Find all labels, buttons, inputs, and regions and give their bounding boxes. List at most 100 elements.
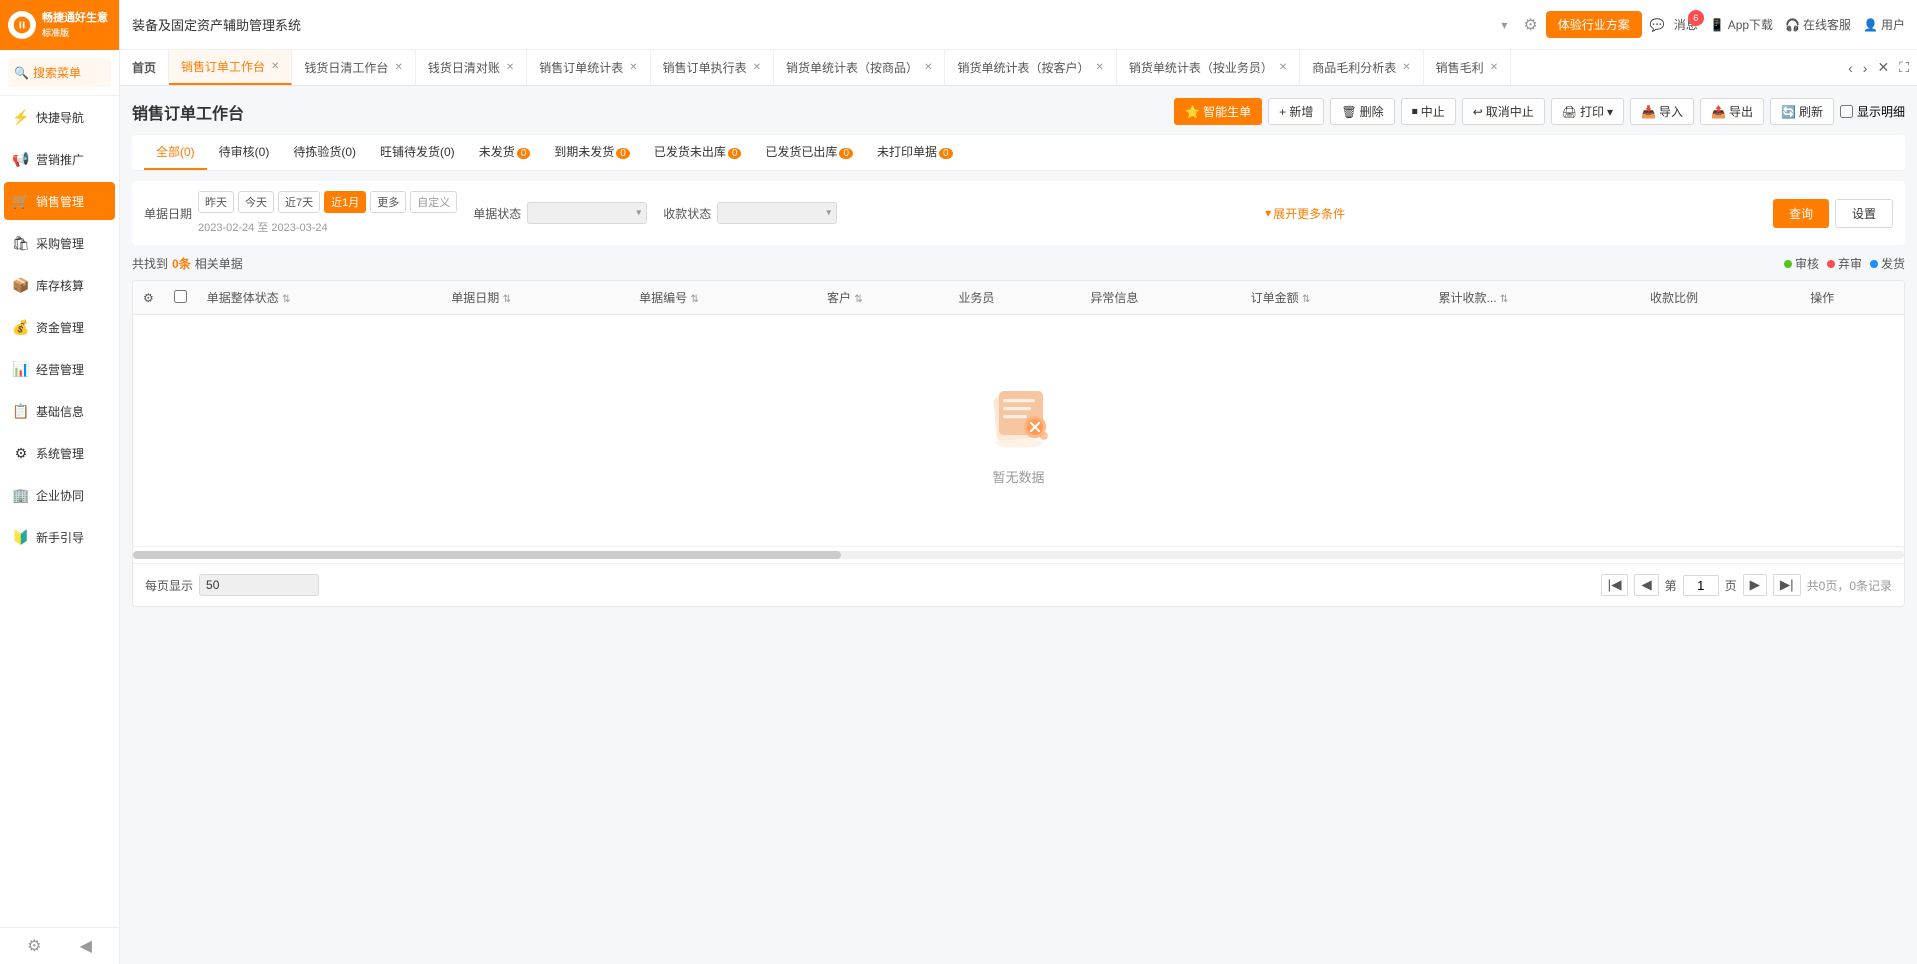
app-download-item[interactable]: 📱 App下载	[1710, 16, 1773, 33]
sidebar-item-system[interactable]: ⚙ 系统管理	[4, 434, 115, 472]
scrollbar-thumb[interactable]	[133, 551, 841, 559]
tab-close-sales[interactable]: ✕	[271, 61, 279, 72]
th-check[interactable]	[164, 281, 197, 315]
tab-home[interactable]: 首页	[120, 50, 169, 85]
experience-button[interactable]: 体验行业方案	[1546, 11, 1642, 38]
prev-page-button[interactable]: ◀	[1634, 574, 1658, 596]
settings-bottom-icon[interactable]: ⚙	[27, 936, 41, 956]
select-all-checkbox[interactable]	[174, 290, 187, 303]
tab-close-stats[interactable]: ✕	[629, 62, 637, 73]
show-detail-label[interactable]: 显示明细	[1840, 103, 1905, 120]
tab-cash-reconcile[interactable]: 钱货日清对账 ✕	[416, 50, 527, 85]
sort-date-icon[interactable]: ⇅	[503, 294, 511, 305]
date-btn-yesterday[interactable]: 昨天	[198, 191, 234, 213]
print-dropdown-icon[interactable]: ▾	[1607, 105, 1613, 119]
tab-next-button[interactable]: ›	[1859, 58, 1872, 78]
page-size-select[interactable]: 50 100 200	[199, 574, 319, 596]
sort-customer-icon[interactable]: ⇅	[854, 294, 862, 305]
date-btn-today[interactable]: 今天	[238, 191, 274, 213]
tab-sales-staff[interactable]: 销货单统计表（按业务员） ✕	[1117, 50, 1300, 85]
tab-close-customer[interactable]: ✕	[1095, 62, 1103, 73]
print-button[interactable]: 🖨 打印 ▾	[1551, 98, 1624, 125]
tab-sales-profit[interactable]: 销售毛利 ✕	[1424, 50, 1511, 85]
tab-close-cash[interactable]: ✕	[394, 62, 402, 73]
first-page-button[interactable]: |◀	[1601, 574, 1629, 596]
date-btn-1month[interactable]: 近1月	[324, 191, 366, 213]
settings-icon[interactable]: ⚙	[1523, 15, 1537, 35]
tab-sales-product[interactable]: 销货单统计表（按商品） ✕	[774, 50, 945, 85]
online-service-item[interactable]: 🎧 在线客服	[1785, 16, 1851, 33]
set-button[interactable]: 设置	[1835, 199, 1893, 228]
payment-select[interactable]	[717, 202, 837, 224]
filter-tab-unshipped[interactable]: 未发货0	[467, 135, 543, 170]
export-button[interactable]: 📤 导出	[1700, 98, 1764, 125]
sidebar-item-quicknav[interactable]: ⚡ 快捷导航	[4, 98, 115, 136]
stop-button[interactable]: ⏹ 中止	[1401, 98, 1456, 125]
show-detail-checkbox[interactable]	[1840, 105, 1853, 118]
collapse-icon[interactable]: ◀	[80, 936, 92, 956]
expand-button[interactable]: ▾ 展开更多条件	[1265, 205, 1345, 222]
tab-close-product[interactable]: ✕	[924, 62, 932, 73]
user-item[interactable]: 👤 用户	[1863, 16, 1905, 33]
tab-close-exec[interactable]: ✕	[753, 62, 761, 73]
status-select[interactable]	[527, 202, 647, 224]
delete-button[interactable]: 🗑 删除	[1330, 98, 1394, 125]
th-settings[interactable]: ⚙	[133, 281, 164, 315]
sort-collection-icon[interactable]: ⇅	[1500, 294, 1508, 305]
tab-sales-exec[interactable]: 销售订单执行表 ✕	[651, 50, 774, 85]
sort-number-icon[interactable]: ⇅	[690, 294, 698, 305]
sidebar-item-operations[interactable]: 📊 经营管理	[4, 350, 115, 388]
next-page-button[interactable]: ▶	[1743, 574, 1767, 596]
import-button[interactable]: 📥 导入	[1630, 98, 1694, 125]
sidebar-item-guide[interactable]: 🔰 新手引导	[4, 518, 115, 556]
filter-tab-overdue-unshipped[interactable]: 到期未发货0	[542, 135, 642, 170]
date-btn-custom[interactable]: 自定义	[410, 191, 457, 213]
date-btn-more[interactable]: 更多	[370, 191, 406, 213]
filter-tab-all[interactable]: 全部(0)	[144, 135, 207, 170]
tab-fullscreen-button[interactable]: ⛶	[1895, 57, 1913, 78]
tab-cash-daily[interactable]: 钱货日清工作台 ✕	[292, 50, 415, 85]
filter-tab-unprinted[interactable]: 未打印单据0	[865, 135, 965, 170]
ship-action-btn[interactable]: 发货	[1870, 255, 1905, 272]
tab-sales-stats[interactable]: 销售订单统计表 ✕	[527, 50, 650, 85]
sort-amount-icon[interactable]: ⇅	[1302, 294, 1310, 305]
filter-tab-pending-check[interactable]: 待拣验货(0)	[281, 135, 368, 170]
filter-tab-shipped-not-out[interactable]: 已发货未出库0	[642, 135, 754, 170]
tab-sales-workbench[interactable]: 销售订单工作台 ✕	[169, 50, 292, 85]
tab-prev-button[interactable]: ‹	[1844, 58, 1857, 78]
tab-margin-analysis[interactable]: 商品毛利分析表 ✕	[1300, 50, 1423, 85]
tab-close-margin[interactable]: ✕	[1402, 62, 1410, 73]
add-button[interactable]: + 新增	[1268, 98, 1324, 125]
query-button[interactable]: 查询	[1773, 199, 1829, 228]
sidebar-search[interactable]: 🔍 搜索菜单	[0, 50, 119, 96]
last-page-button[interactable]: ▶|	[1773, 574, 1801, 596]
horizontal-scrollbar[interactable]	[133, 551, 1904, 559]
sidebar-item-marketing[interactable]: 📢 营销推广	[4, 140, 115, 178]
expand-item: ▾ 展开更多条件	[1265, 205, 1345, 222]
audit-action-btn[interactable]: 审核	[1784, 255, 1819, 272]
sidebar-item-basicinfo[interactable]: 📋 基础信息	[4, 392, 115, 430]
tab-close-all-button[interactable]: ✕	[1873, 57, 1893, 78]
tab-close-reconcile[interactable]: ✕	[506, 62, 514, 73]
sidebar-item-purchase[interactable]: 🛍 采购管理	[4, 224, 115, 262]
search-menu-button[interactable]: 🔍 搜索菜单	[8, 58, 111, 87]
smart-create-button[interactable]: ⭐ 智能生单	[1174, 98, 1262, 125]
filter-tab-pending-audit[interactable]: 待审核(0)	[207, 135, 282, 170]
sort-status-icon[interactable]: ⇅	[282, 294, 290, 305]
cancel-stop-button[interactable]: ↩ 取消中止	[1462, 98, 1545, 125]
page-number-input[interactable]	[1683, 575, 1719, 596]
cancel-action-btn[interactable]: 弃审	[1827, 255, 1862, 272]
message-icon-item[interactable]: 💬 6 消息	[1650, 16, 1698, 33]
date-btn-7days[interactable]: 近7天	[278, 191, 320, 213]
filter-tab-shipped-out[interactable]: 已发货已出库0	[753, 135, 865, 170]
filter-tab-wangpu[interactable]: 旺铺待发货(0)	[368, 135, 467, 170]
tab-close-profit[interactable]: ✕	[1490, 62, 1498, 73]
tab-close-staff[interactable]: ✕	[1279, 62, 1287, 73]
dropdown-icon[interactable]: ▾	[1501, 18, 1507, 32]
refresh-button[interactable]: 🔄 刷新	[1770, 98, 1834, 125]
tab-sales-customer[interactable]: 销货单统计表（按客户） ✕	[945, 50, 1116, 85]
sidebar-item-sales[interactable]: 🛒 销售管理	[4, 182, 115, 220]
sidebar-item-inventory[interactable]: 📦 库存核算	[4, 266, 115, 304]
sidebar-item-enterprise[interactable]: 🏢 企业协同	[4, 476, 115, 514]
sidebar-item-finance[interactable]: 💰 资金管理	[4, 308, 115, 346]
